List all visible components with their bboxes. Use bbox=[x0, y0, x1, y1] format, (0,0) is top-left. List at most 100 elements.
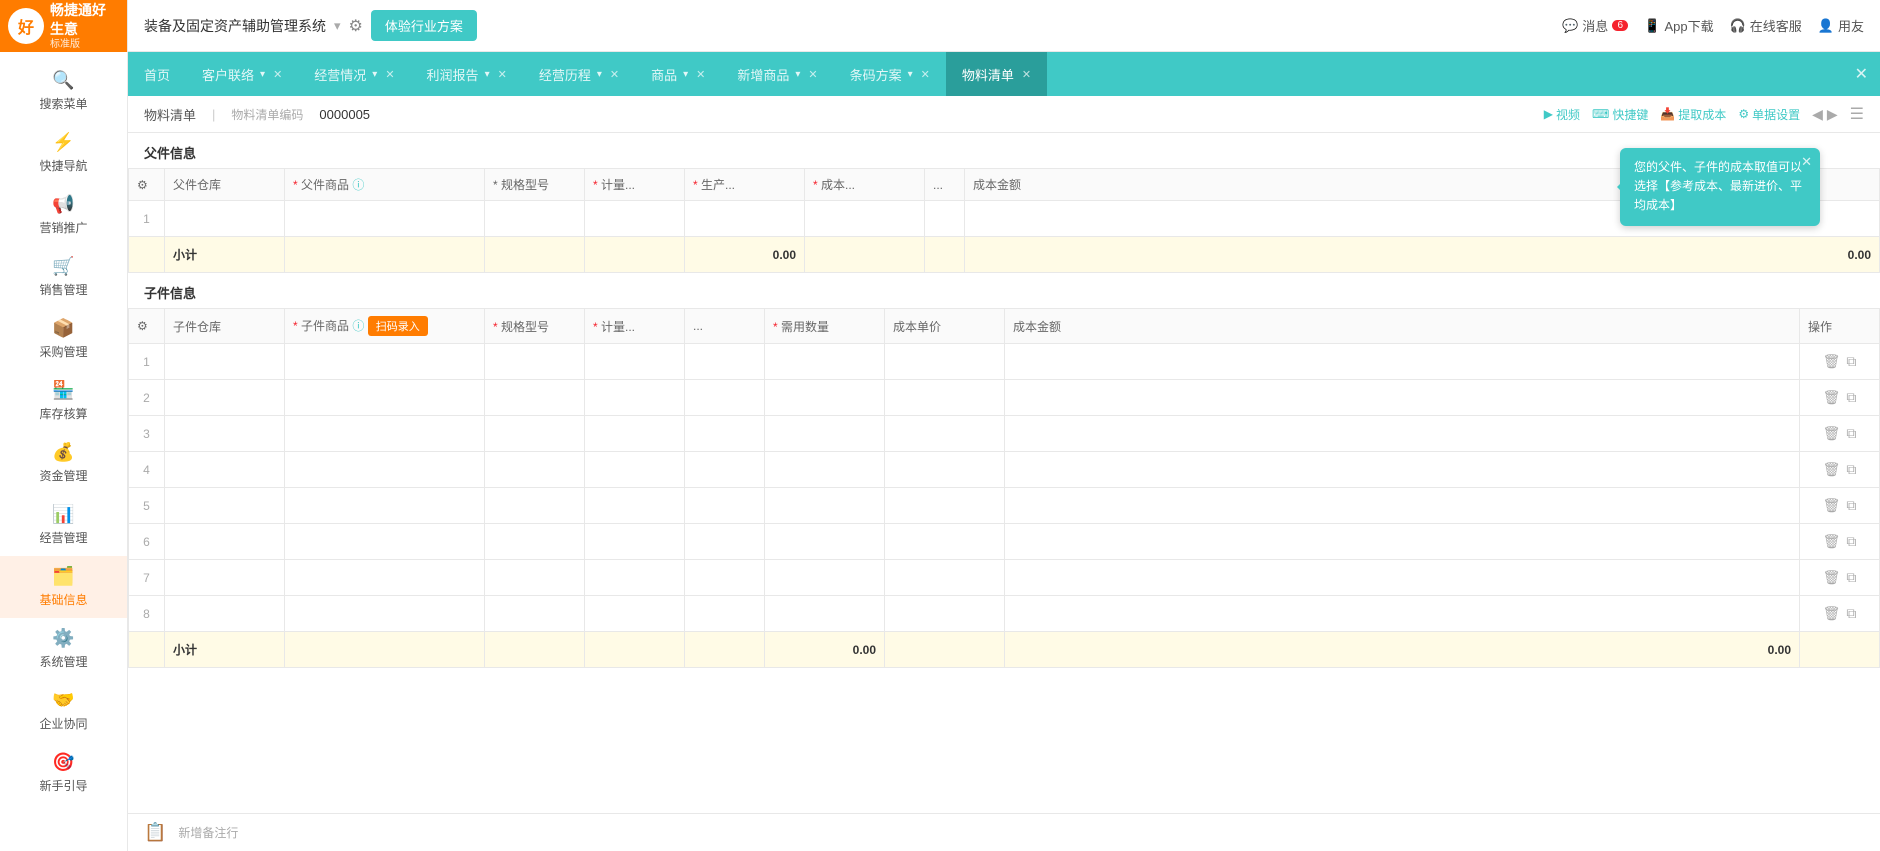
child-warehouse-7[interactable] bbox=[165, 560, 285, 596]
nav-tab-operations[interactable]: 经营情况▾✕ bbox=[298, 52, 410, 96]
child-copy-2-icon[interactable]: ⧉ bbox=[1846, 389, 1856, 406]
child-more-1[interactable] bbox=[685, 344, 765, 380]
extract-cost-action[interactable]: 📥 提取成本 bbox=[1660, 106, 1726, 123]
child-amount-6[interactable] bbox=[1005, 524, 1800, 560]
nav-tab-customer[interactable]: 客户联络▾✕ bbox=[186, 52, 298, 96]
child-amount-5[interactable] bbox=[1005, 488, 1800, 524]
parent-production-1[interactable] bbox=[685, 201, 805, 237]
child-amount-8[interactable] bbox=[1005, 596, 1800, 632]
child-settings-icon[interactable]: ⚙ bbox=[137, 319, 148, 333]
nav-tab-new-goods-close-icon[interactable]: ✕ bbox=[808, 68, 817, 81]
child-qty-3[interactable] bbox=[765, 416, 885, 452]
child-unit-cost-4[interactable] bbox=[885, 452, 1005, 488]
nav-tab-barcode[interactable]: 条码方案▾✕ bbox=[834, 52, 946, 96]
child-qty-7[interactable] bbox=[765, 560, 885, 596]
message-button[interactable]: 💬 消息 6 bbox=[1562, 16, 1628, 35]
child-spec-6[interactable] bbox=[485, 524, 585, 560]
child-product-3[interactable] bbox=[285, 416, 485, 452]
nav-tab-barcode-close-icon[interactable]: ✕ bbox=[921, 68, 930, 81]
child-copy-4-icon[interactable]: ⧉ bbox=[1846, 461, 1856, 478]
child-unit-cost-8[interactable] bbox=[885, 596, 1005, 632]
child-qty-1[interactable] bbox=[765, 344, 885, 380]
shortcut-action[interactable]: ⌨ 快捷键 bbox=[1592, 106, 1648, 123]
nav-tab-goods[interactable]: 商品▾✕ bbox=[635, 52, 721, 96]
next-arrow-icon[interactable]: ▶ bbox=[1827, 106, 1838, 123]
app-download-button[interactable]: 📱 App下载 bbox=[1644, 16, 1713, 35]
child-copy-3-icon[interactable]: ⧉ bbox=[1846, 425, 1856, 442]
child-amount-1[interactable] bbox=[1005, 344, 1800, 380]
child-copy-7-icon[interactable]: ⧉ bbox=[1846, 569, 1856, 586]
child-product-2[interactable] bbox=[285, 380, 485, 416]
child-unit-1[interactable] bbox=[585, 344, 685, 380]
nav-tab-history-close-icon[interactable]: ✕ bbox=[610, 68, 619, 81]
add-note-icon[interactable]: 📋 bbox=[144, 822, 166, 843]
child-copy-5-icon[interactable]: ⧉ bbox=[1846, 497, 1856, 514]
child-amount-7[interactable] bbox=[1005, 560, 1800, 596]
sidebar-item-purchase[interactable]: 📦采购管理 bbox=[0, 308, 127, 370]
parent-more-1[interactable] bbox=[925, 201, 965, 237]
child-amount-3[interactable] bbox=[1005, 416, 1800, 452]
child-spec-3[interactable] bbox=[485, 416, 585, 452]
child-amount-2[interactable] bbox=[1005, 380, 1800, 416]
child-warehouse-5[interactable] bbox=[165, 488, 285, 524]
parent-warehouse-1[interactable] bbox=[165, 201, 285, 237]
nav-tab-profit[interactable]: 利润报告▾✕ bbox=[411, 52, 523, 96]
child-warehouse-3[interactable] bbox=[165, 416, 285, 452]
child-unit-cost-3[interactable] bbox=[885, 416, 1005, 452]
child-delete-6-icon[interactable]: 🗑 bbox=[1823, 533, 1841, 550]
child-spec-1[interactable] bbox=[485, 344, 585, 380]
child-copy-1-icon[interactable]: ⧉ bbox=[1846, 353, 1856, 370]
breadcrumb-bom[interactable]: 物料清单 bbox=[144, 105, 196, 124]
child-product-4[interactable] bbox=[285, 452, 485, 488]
child-unit-cost-1[interactable] bbox=[885, 344, 1005, 380]
child-unit-8[interactable] bbox=[585, 596, 685, 632]
sidebar-item-quick-nav[interactable]: ⚡快捷导航 bbox=[0, 122, 127, 184]
nav-tab-operations-close-icon[interactable]: ✕ bbox=[385, 68, 394, 81]
nav-tab-goods-close-icon[interactable]: ✕ bbox=[696, 68, 705, 81]
child-more-4[interactable] bbox=[685, 452, 765, 488]
child-delete-5-icon[interactable]: 🗑 bbox=[1823, 497, 1841, 514]
child-spec-8[interactable] bbox=[485, 596, 585, 632]
child-product-1[interactable] bbox=[285, 344, 485, 380]
sidebar-item-system[interactable]: ⚙️系统管理 bbox=[0, 618, 127, 680]
nav-tab-home[interactable]: 首页 bbox=[128, 52, 186, 96]
nav-tab-bom-close-icon[interactable]: ✕ bbox=[1022, 68, 1031, 81]
video-action[interactable]: ▶ 视频 bbox=[1544, 106, 1580, 123]
child-copy-6-icon[interactable]: ⧉ bbox=[1846, 533, 1856, 550]
child-unit-7[interactable] bbox=[585, 560, 685, 596]
child-qty-6[interactable] bbox=[765, 524, 885, 560]
child-unit-2[interactable] bbox=[585, 380, 685, 416]
parent-unit-1[interactable] bbox=[585, 201, 685, 237]
child-more-8[interactable] bbox=[685, 596, 765, 632]
settings-icon[interactable]: ⚙ bbox=[349, 16, 363, 36]
child-amount-4[interactable] bbox=[1005, 452, 1800, 488]
list-view-icon[interactable]: ☰ bbox=[1850, 104, 1864, 124]
tooltip-close-icon[interactable]: ✕ bbox=[1801, 152, 1812, 173]
child-product-7[interactable] bbox=[285, 560, 485, 596]
child-product-8[interactable] bbox=[285, 596, 485, 632]
child-unit-cost-6[interactable] bbox=[885, 524, 1005, 560]
nav-tab-history[interactable]: 经营历程▾✕ bbox=[523, 52, 635, 96]
child-more-6[interactable] bbox=[685, 524, 765, 560]
sidebar-item-finance[interactable]: 💰资金管理 bbox=[0, 432, 127, 494]
close-all-tabs[interactable]: ✕ bbox=[1843, 64, 1880, 84]
add-note-label[interactable]: 新增备注行 bbox=[178, 824, 238, 841]
child-qty-4[interactable] bbox=[765, 452, 885, 488]
scan-input-button[interactable]: 扫码录入 bbox=[368, 316, 428, 336]
single-settings-action[interactable]: ⚙ 单据设置 bbox=[1738, 106, 1800, 123]
child-warehouse-4[interactable] bbox=[165, 452, 285, 488]
child-delete-2-icon[interactable]: 🗑 bbox=[1823, 389, 1841, 406]
child-delete-1-icon[interactable]: 🗑 bbox=[1823, 353, 1841, 370]
online-service-button[interactable]: 🎧 在线客服 bbox=[1730, 16, 1802, 35]
child-unit-cost-5[interactable] bbox=[885, 488, 1005, 524]
child-unit-6[interactable] bbox=[585, 524, 685, 560]
parent-product-1[interactable] bbox=[285, 201, 485, 237]
child-qty-5[interactable] bbox=[765, 488, 885, 524]
sidebar-item-search[interactable]: 🔍搜索菜单 bbox=[0, 60, 127, 122]
user-menu[interactable]: 👤 用友 bbox=[1818, 16, 1864, 35]
child-product-5[interactable] bbox=[285, 488, 485, 524]
parent-settings-icon[interactable]: ⚙ bbox=[137, 178, 148, 192]
child-more-2[interactable] bbox=[685, 380, 765, 416]
prev-arrow-icon[interactable]: ◀ bbox=[1812, 106, 1823, 123]
child-unit-cost-2[interactable] bbox=[885, 380, 1005, 416]
